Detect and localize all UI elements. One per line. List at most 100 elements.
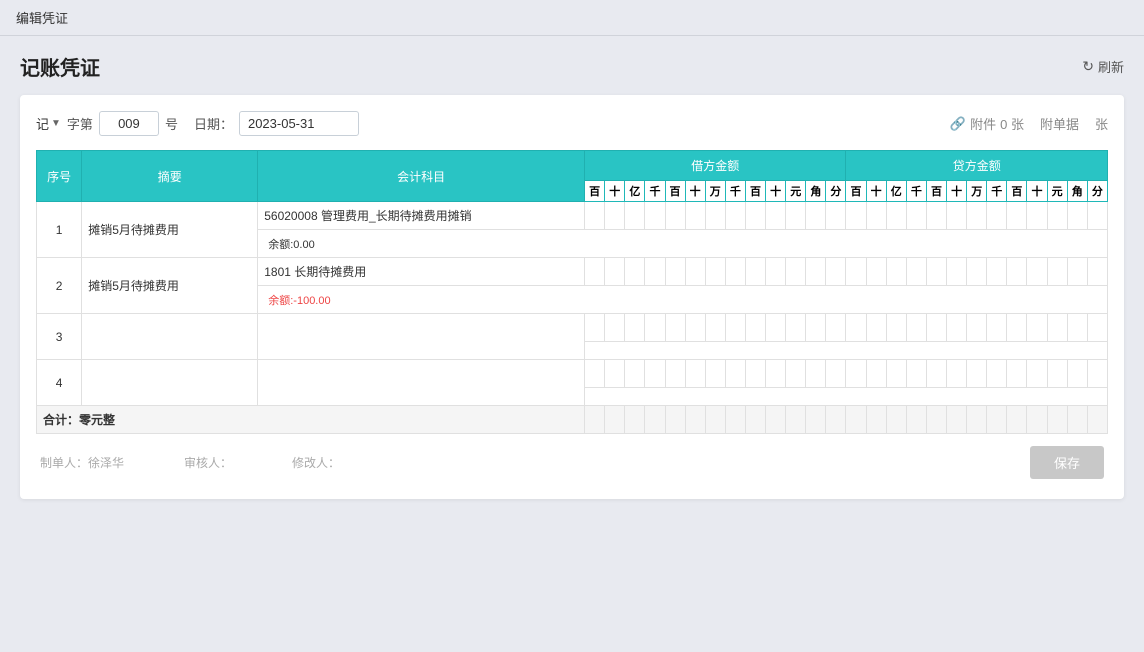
debit-cell[interactable] bbox=[766, 314, 786, 342]
credit-cell[interactable] bbox=[846, 314, 866, 342]
debit-cell[interactable] bbox=[585, 360, 605, 388]
summary-cell[interactable] bbox=[82, 360, 258, 406]
credit-cell[interactable] bbox=[846, 360, 866, 388]
summary-cell[interactable] bbox=[82, 314, 258, 360]
debit-cell[interactable] bbox=[665, 314, 685, 342]
debit-cell[interactable] bbox=[625, 314, 645, 342]
debit-cell[interactable] bbox=[806, 258, 826, 286]
debit-cell[interactable] bbox=[705, 314, 725, 342]
credit-cell[interactable] bbox=[1007, 314, 1027, 342]
debit-cell[interactable] bbox=[826, 360, 846, 388]
credit-cell[interactable] bbox=[886, 360, 906, 388]
credit-cell[interactable] bbox=[886, 258, 906, 286]
credit-cell[interactable] bbox=[987, 258, 1007, 286]
credit-cell[interactable] bbox=[866, 360, 886, 388]
debit-cell[interactable] bbox=[705, 202, 725, 230]
credit-cell[interactable] bbox=[1027, 202, 1047, 230]
debit-cell[interactable] bbox=[725, 202, 745, 230]
debit-cell[interactable] bbox=[645, 258, 665, 286]
credit-cell[interactable] bbox=[1067, 360, 1087, 388]
debit-cell[interactable] bbox=[806, 202, 826, 230]
debit-cell[interactable] bbox=[786, 258, 806, 286]
credit-cell[interactable] bbox=[866, 314, 886, 342]
credit-cell[interactable] bbox=[1007, 202, 1027, 230]
credit-cell[interactable] bbox=[967, 360, 987, 388]
debit-cell[interactable] bbox=[826, 314, 846, 342]
account-cell[interactable]: 56020008 管理费用_长期待摊费用摊销 bbox=[258, 202, 585, 230]
debit-cell[interactable] bbox=[826, 202, 846, 230]
debit-cell[interactable] bbox=[585, 314, 605, 342]
date-input[interactable] bbox=[239, 111, 359, 136]
debit-cell[interactable] bbox=[725, 314, 745, 342]
credit-cell[interactable] bbox=[1027, 314, 1047, 342]
debit-cell[interactable] bbox=[625, 202, 645, 230]
debit-cell[interactable] bbox=[745, 314, 765, 342]
credit-cell[interactable] bbox=[1087, 202, 1107, 230]
credit-cell[interactable] bbox=[947, 360, 967, 388]
credit-cell[interactable] bbox=[1087, 360, 1107, 388]
voucher-number-input[interactable] bbox=[99, 111, 159, 136]
debit-cell[interactable] bbox=[766, 258, 786, 286]
debit-cell[interactable] bbox=[685, 360, 705, 388]
credit-cell[interactable] bbox=[967, 202, 987, 230]
debit-cell[interactable] bbox=[705, 258, 725, 286]
debit-cell[interactable] bbox=[625, 258, 645, 286]
credit-cell[interactable] bbox=[866, 202, 886, 230]
debit-cell[interactable] bbox=[745, 258, 765, 286]
credit-cell[interactable] bbox=[947, 314, 967, 342]
debit-cell[interactable] bbox=[605, 314, 625, 342]
account-cell[interactable]: 1801 长期待摊费用 bbox=[258, 258, 585, 286]
attachment-link[interactable]: 🔗 附件 0 张 bbox=[950, 114, 1024, 133]
debit-cell[interactable] bbox=[745, 360, 765, 388]
debit-cell[interactable] bbox=[806, 314, 826, 342]
credit-cell[interactable] bbox=[1087, 258, 1107, 286]
refresh-button[interactable]: ↻ 刷新 bbox=[1082, 57, 1124, 76]
debit-cell[interactable] bbox=[725, 258, 745, 286]
debit-cell[interactable] bbox=[725, 360, 745, 388]
credit-cell[interactable] bbox=[1027, 360, 1047, 388]
credit-cell[interactable] bbox=[846, 202, 866, 230]
credit-cell[interactable] bbox=[1007, 258, 1027, 286]
credit-cell[interactable] bbox=[906, 314, 926, 342]
credit-cell[interactable] bbox=[947, 202, 967, 230]
credit-cell[interactable] bbox=[987, 202, 1007, 230]
debit-cell[interactable] bbox=[685, 314, 705, 342]
credit-cell[interactable] bbox=[886, 314, 906, 342]
account-cell[interactable] bbox=[258, 314, 585, 360]
debit-cell[interactable] bbox=[645, 202, 665, 230]
debit-cell[interactable] bbox=[745, 202, 765, 230]
debit-cell[interactable] bbox=[605, 360, 625, 388]
summary-cell[interactable]: 摊销5月待摊费用 bbox=[82, 202, 258, 258]
debit-cell[interactable] bbox=[605, 258, 625, 286]
debit-cell[interactable] bbox=[665, 360, 685, 388]
debit-cell[interactable] bbox=[665, 258, 685, 286]
credit-cell[interactable] bbox=[926, 314, 946, 342]
credit-cell[interactable] bbox=[967, 314, 987, 342]
credit-cell[interactable] bbox=[1087, 314, 1107, 342]
save-button[interactable]: 保存 bbox=[1030, 446, 1104, 479]
credit-cell[interactable] bbox=[846, 258, 866, 286]
debit-cell[interactable] bbox=[826, 258, 846, 286]
debit-cell[interactable] bbox=[806, 360, 826, 388]
debit-cell[interactable] bbox=[766, 202, 786, 230]
debit-cell[interactable] bbox=[705, 360, 725, 388]
credit-cell[interactable] bbox=[987, 360, 1007, 388]
credit-cell[interactable] bbox=[926, 202, 946, 230]
credit-cell[interactable] bbox=[906, 360, 926, 388]
credit-cell[interactable] bbox=[987, 314, 1007, 342]
debit-cell[interactable] bbox=[685, 202, 705, 230]
credit-cell[interactable] bbox=[947, 258, 967, 286]
credit-cell[interactable] bbox=[906, 258, 926, 286]
debit-cell[interactable] bbox=[605, 202, 625, 230]
debit-cell[interactable] bbox=[685, 258, 705, 286]
debit-cell[interactable] bbox=[786, 314, 806, 342]
credit-cell[interactable] bbox=[1027, 258, 1047, 286]
debit-cell[interactable] bbox=[665, 202, 685, 230]
debit-cell[interactable] bbox=[585, 258, 605, 286]
credit-cell[interactable] bbox=[1067, 202, 1087, 230]
debit-cell[interactable] bbox=[766, 360, 786, 388]
credit-cell[interactable] bbox=[1007, 360, 1027, 388]
credit-cell[interactable] bbox=[1047, 360, 1067, 388]
debit-cell[interactable] bbox=[585, 202, 605, 230]
credit-cell[interactable] bbox=[906, 202, 926, 230]
